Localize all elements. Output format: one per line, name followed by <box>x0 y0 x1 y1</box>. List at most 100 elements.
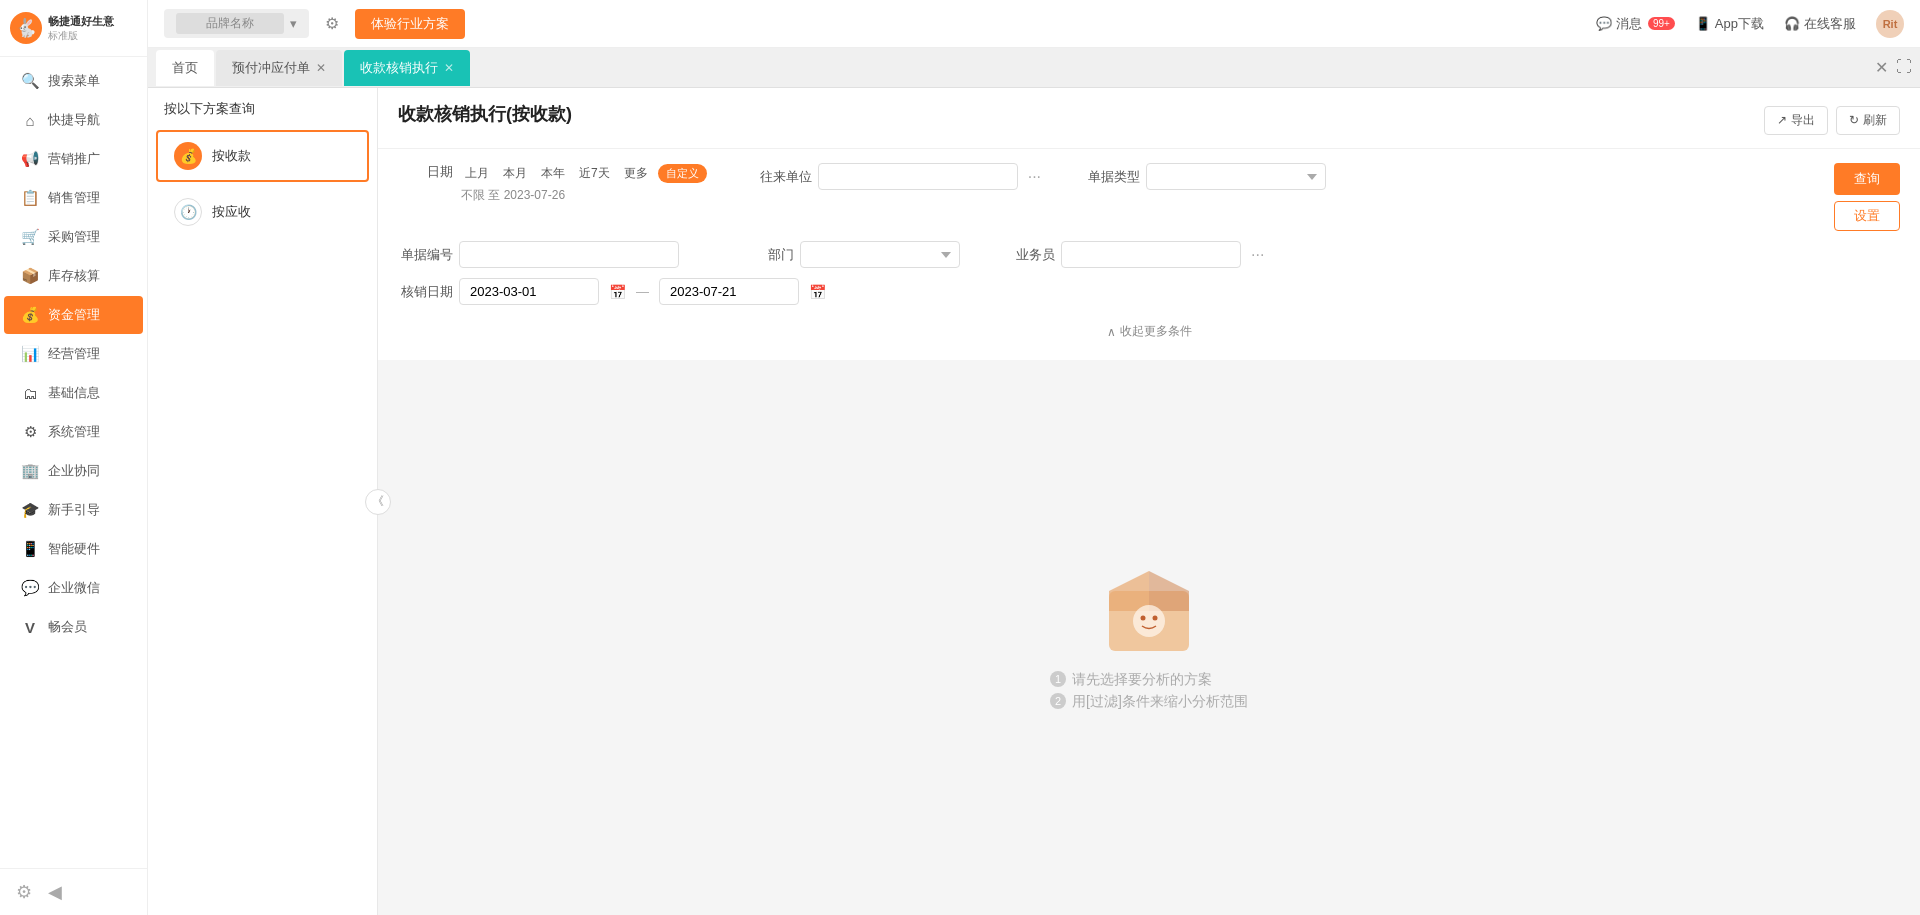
sidebar-item-marketing[interactable]: 📢 营销推广 <box>4 140 143 178</box>
settings-icon[interactable]: ⚙ <box>325 14 339 33</box>
date-link-7days[interactable]: 近7天 <box>575 163 614 184</box>
sidebar-item-search[interactable]: 🔍 搜索菜单 <box>4 62 143 100</box>
svg-marker-2 <box>1149 571 1189 611</box>
solution-button[interactable]: 体验行业方案 <box>355 9 465 39</box>
sidebar-item-inventory[interactable]: 📦 库存核算 <box>4 257 143 295</box>
staff-input[interactable] <box>1061 241 1241 268</box>
query-row-3: 核销日期 📅 — 📅 <box>398 278 1900 315</box>
query-row-2: 单据编号 部门 业务员 ··· <box>398 241 1900 278</box>
query-row-1: 日期 上月 本月 本年 近7天 更多 自定义 不限 <box>398 149 1900 241</box>
counterpart-label: 往来单位 <box>757 168 812 186</box>
receivable-icon: 🕐 <box>174 198 202 226</box>
sidebar-item-beginner[interactable]: 🎓 新手引导 <box>4 491 143 529</box>
export-button[interactable]: ↗ 导出 <box>1764 106 1828 135</box>
sidebar-item-wechat[interactable]: 💬 企业微信 <box>4 569 143 607</box>
chat-icon: 💬 <box>20 579 40 597</box>
date-options-group: 上月 本月 本年 近7天 更多 自定义 不限 至 2023-07-26 <box>461 163 707 204</box>
settings-button[interactable]: 设置 <box>1834 201 1900 231</box>
export-icon: ↗ <box>1777 113 1787 127</box>
sidebar-item-vip[interactable]: V 畅会员 <box>4 608 143 646</box>
collapse-filter-btn[interactable]: 《 <box>365 489 391 515</box>
date-link-more[interactable]: 更多 <box>620 163 652 184</box>
online-service-btn[interactable]: 🎧 在线客服 <box>1784 15 1856 33</box>
counterpart-dots-btn[interactable]: ··· <box>1024 168 1045 186</box>
graduate-icon: 🎓 <box>20 501 40 519</box>
tab-home[interactable]: 首页 <box>156 50 214 86</box>
messages-badge: 99+ <box>1648 17 1675 30</box>
page-header-actions: ↗ 导出 ↻ 刷新 <box>1764 106 1900 135</box>
staff-dots-btn[interactable]: ··· <box>1247 246 1268 264</box>
date-field: 日期 上月 本月 本年 近7天 更多 自定义 不限 <box>398 163 707 204</box>
collapse-icon[interactable]: ◀ <box>48 881 62 903</box>
sidebar-item-purchase[interactable]: 🛒 采购管理 <box>4 218 143 256</box>
app-download-btn[interactable]: 📱 App下载 <box>1695 15 1764 33</box>
collapse-more-btn[interactable]: ∧ 收起更多条件 <box>398 315 1900 348</box>
staff-label: 业务员 <box>1000 246 1055 264</box>
doc-type-field: 单据类型 <box>1085 163 1326 190</box>
counterpart-input[interactable] <box>818 163 1018 190</box>
topbar: 品牌名称 ▾ ⚙ 体验行业方案 💬 消息 99+ 📱 App下载 🎧 在线客服 … <box>148 0 1920 48</box>
empty-illustration <box>1089 561 1209 661</box>
logo-icon: 🐇 <box>10 12 42 44</box>
calendar-start-icon[interactable]: 📅 <box>609 284 626 300</box>
filter-sidebar-title: 按以下方案查询 <box>148 100 377 128</box>
sidebar-item-sales[interactable]: 📋 销售管理 <box>4 179 143 217</box>
collection-icon: 💰 <box>174 142 202 170</box>
sidebar-collapse-wrapper: 《 <box>365 489 391 515</box>
folder-icon: 🗂 <box>20 385 40 402</box>
date-link-custom[interactable]: 自定义 <box>658 164 707 183</box>
filter-sidebar: 按以下方案查询 💰 按收款 🕐 按应收 <box>148 88 378 915</box>
filter-option-by-collection[interactable]: 💰 按收款 <box>156 130 369 182</box>
messages-btn[interactable]: 💬 消息 99+ <box>1596 15 1675 33</box>
date-range-display: 不限 至 2023-07-26 <box>461 187 707 204</box>
tab-close-prepay[interactable]: ✕ <box>316 61 326 75</box>
date-links: 上月 本月 本年 近7天 更多 自定义 <box>461 163 707 184</box>
svg-point-3 <box>1133 605 1165 637</box>
vip-icon: V <box>20 619 40 636</box>
tab-collection[interactable]: 收款核销执行 ✕ <box>344 50 470 86</box>
date-link-last-month[interactable]: 上月 <box>461 163 493 184</box>
tab-expand-icon[interactable]: ⛶ <box>1896 58 1912 77</box>
svg-point-5 <box>1153 615 1158 620</box>
sidebar-item-system[interactable]: ⚙ 系统管理 <box>4 413 143 451</box>
filter-option-by-receivable-label: 按应收 <box>212 203 251 221</box>
home-icon: ⌂ <box>20 112 40 129</box>
user-avatar[interactable]: Rit <box>1876 10 1904 38</box>
empty-svg <box>1089 561 1209 661</box>
verify-date-start-input[interactable] <box>459 278 599 305</box>
date-link-this-year[interactable]: 本年 <box>537 163 569 184</box>
svg-point-4 <box>1141 615 1146 620</box>
sidebar-item-basic[interactable]: 🗂 基础信息 <box>4 374 143 412</box>
topbar-right: 💬 消息 99+ 📱 App下载 🎧 在线客服 Rit <box>1596 10 1904 38</box>
dept-select[interactable] <box>800 241 960 268</box>
counterpart-field: 往来单位 ··· <box>757 163 1045 190</box>
empty-hints: 1 请先选择要分析的方案 2 用[过滤]条件来缩小分析范围 <box>1050 671 1248 715</box>
settings-footer-icon[interactable]: ⚙ <box>16 881 32 903</box>
verify-date-end-input[interactable] <box>659 278 799 305</box>
sidebar-item-operation[interactable]: 📊 经营管理 <box>4 335 143 373</box>
sidebar-item-enterprise[interactable]: 🏢 企业协同 <box>4 452 143 490</box>
tab-close-collection[interactable]: ✕ <box>444 61 454 75</box>
calendar-end-icon[interactable]: 📅 <box>809 284 826 300</box>
sidebar-item-finance[interactable]: 💰 资金管理 <box>4 296 143 334</box>
doc-no-label: 单据编号 <box>398 246 453 264</box>
verify-date-label: 核销日期 <box>398 283 453 301</box>
doc-type-label: 单据类型 <box>1085 168 1140 186</box>
refresh-button[interactable]: ↻ 刷新 <box>1836 106 1900 135</box>
date-link-this-month[interactable]: 本月 <box>499 163 531 184</box>
brand-selector[interactable]: 品牌名称 ▾ <box>164 9 309 38</box>
doc-type-select[interactable] <box>1146 163 1326 190</box>
doc-no-input[interactable] <box>459 241 679 268</box>
tab-close-all-icon[interactable]: ✕ <box>1875 58 1888 77</box>
filter-option-by-collection-label: 按收款 <box>212 147 251 165</box>
filter-option-by-receivable[interactable]: 🕐 按应收 <box>156 186 369 238</box>
query-button[interactable]: 查询 <box>1834 163 1900 195</box>
sidebar-item-quick-nav[interactable]: ⌂ 快捷导航 <box>4 101 143 139</box>
sales-icon: 📋 <box>20 189 40 207</box>
staff-field: 业务员 ··· <box>1000 241 1268 268</box>
tab-prepay[interactable]: 预付冲应付单 ✕ <box>216 50 342 86</box>
chart-icon: 📊 <box>20 345 40 363</box>
sidebar-item-hardware[interactable]: 📱 智能硬件 <box>4 530 143 568</box>
building-icon: 🏢 <box>20 462 40 480</box>
megaphone-icon: 📢 <box>20 150 40 168</box>
